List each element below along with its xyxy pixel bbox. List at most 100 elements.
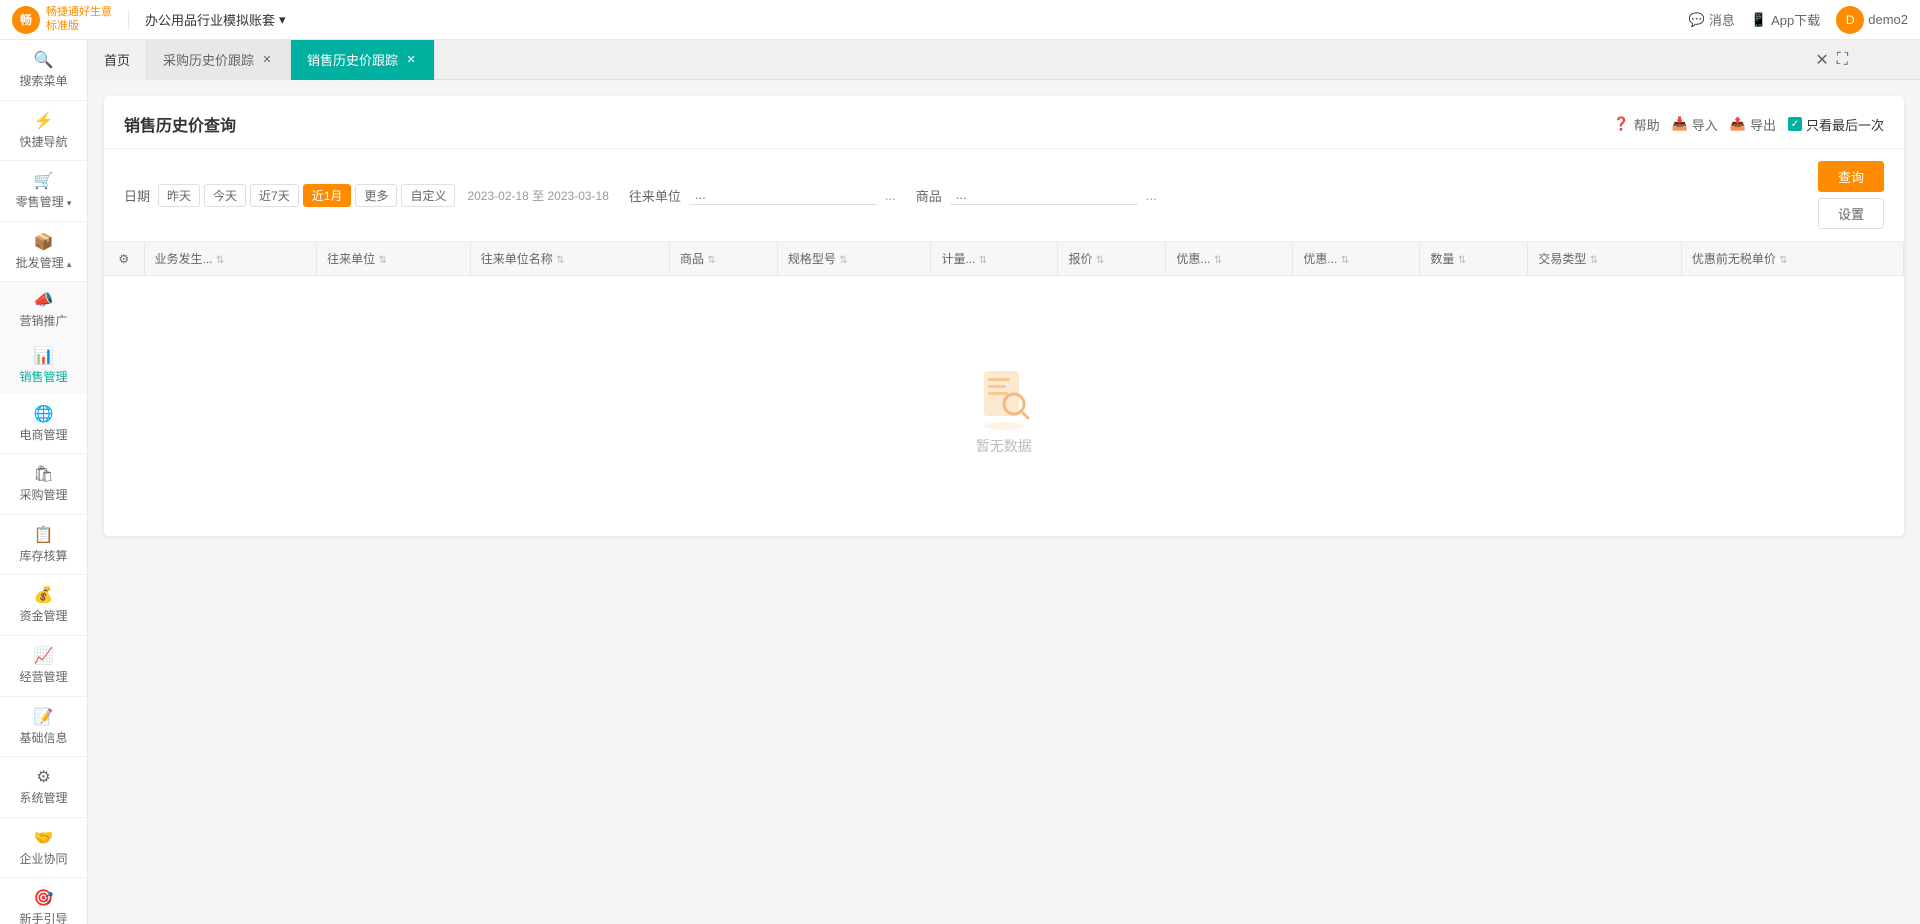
data-table: ⚙ 业务发生... ⇅ 往来单位 ⇅ — [104, 242, 1904, 536]
date-btn-1month[interactable]: 近1月 — [303, 184, 352, 207]
help-label: 帮助 — [1634, 115, 1660, 134]
page-content: 销售历史价查询 ❓ 帮助 📥 导入 📤 导出 — [88, 80, 1920, 924]
th-biz-date[interactable]: 业务发生... ⇅ — [144, 242, 317, 276]
th-goods[interactable]: 商品 ⇅ — [669, 242, 777, 276]
import-btn[interactable]: 📥 导入 — [1672, 115, 1718, 134]
main-layout: 🔍 搜索菜单 ⚡ 快捷导航 🛒 零售管理 ▾ 📦 批发管理 ▴ 📣 营销推广 📊… — [0, 40, 1920, 924]
th-discount1[interactable]: 优惠... ⇅ — [1166, 242, 1293, 276]
query-button[interactable]: 查询 — [1818, 161, 1884, 192]
download-action[interactable]: 📱 App下载 — [1751, 10, 1820, 29]
sidebar-item-quick-nav[interactable]: ⚡ 快捷导航 — [0, 101, 87, 162]
th-goods-label: 商品 — [680, 252, 704, 266]
tab-purchase-history[interactable]: 采购历史价跟踪 ✕ — [147, 40, 291, 80]
sidebar-item-inventory[interactable]: 📋 库存核算 — [0, 515, 87, 576]
th-no-tax-price[interactable]: 优惠前无税单价 ⇅ — [1681, 242, 1903, 276]
guide-icon: 🎯 — [34, 888, 54, 908]
th-no-tax-price-sort-icon: ⇅ — [1779, 255, 1787, 266]
help-btn[interactable]: ❓ 帮助 — [1613, 115, 1659, 134]
import-icon: 📥 — [1672, 116, 1688, 132]
th-quote-sort-icon: ⇅ — [1096, 255, 1104, 266]
sidebar-label-finance-mgmt: 资金管理 — [19, 609, 67, 625]
sidebar-item-ecommerce-mgmt[interactable]: 🌐 电商管理 — [0, 394, 87, 455]
empty-state-text: 暂无数据 — [976, 436, 1032, 456]
system-mgmt-icon: ⚙ — [34, 767, 54, 787]
sidebar-item-search-menu[interactable]: 🔍 搜索菜单 — [0, 40, 87, 101]
sidebar-item-system-mgmt[interactable]: ⚙ 系统管理 — [0, 757, 87, 818]
sidebar-item-marketing[interactable]: 📣 营销推广 — [0, 282, 87, 338]
user-area[interactable]: D demo2 — [1836, 6, 1908, 34]
tab-sales-history[interactable]: 销售历史价跟踪 ✕ — [291, 40, 435, 80]
sidebar-item-operation-mgmt[interactable]: 📈 经营管理 — [0, 636, 87, 697]
download-icon: 📱 — [1751, 12, 1767, 28]
sidebar-label-quick-nav: 快捷导航 — [19, 135, 67, 151]
th-partner-code-sort-icon: ⇅ — [378, 255, 386, 266]
sidebar-label-basic-info: 基础信息 — [19, 731, 67, 747]
tab-home[interactable]: 首页 — [88, 40, 147, 80]
sidebar-label-inventory: 库存核算 — [19, 549, 67, 565]
check-icon: ✓ — [1791, 119, 1799, 130]
app-selector[interactable]: 办公用品行业模拟账套 ▾ — [145, 10, 286, 29]
th-qty[interactable]: 数量 ⇅ — [1420, 242, 1528, 276]
empty-state-illustration — [964, 356, 1044, 436]
th-unit[interactable]: 计量... ⇅ — [931, 242, 1058, 276]
goods-filter-dots: ... — [1146, 188, 1157, 203]
sidebar-item-purchase-mgmt[interactable]: 🛍 采购管理 — [0, 454, 87, 515]
logo-area: 畅 畅捷通好生意 标准版 — [12, 6, 112, 34]
th-partner-code[interactable]: 往来单位 ⇅ — [317, 242, 471, 276]
page-header-actions: ❓ 帮助 📥 导入 📤 导出 ✓ — [1613, 115, 1884, 134]
export-btn[interactable]: 📤 导出 — [1730, 115, 1776, 134]
sidebar-item-basic-info[interactable]: 📝 基础信息 — [0, 697, 87, 758]
header-left: 畅 畅捷通好生意 标准版 办公用品行业模拟账套 ▾ — [12, 6, 286, 34]
th-quote[interactable]: 报价 ⇅ — [1058, 242, 1166, 276]
sidebar-submenu-wholesale: 📣 营销推广 📊 销售管理 — [0, 282, 87, 393]
header-right: 💬 消息 📱 App下载 D demo2 — [1689, 6, 1908, 34]
enterprise-icon: 🤝 — [34, 828, 54, 848]
sidebar-item-finance-mgmt[interactable]: 💰 资金管理 — [0, 575, 87, 636]
goods-filter-label: 商品 — [916, 186, 942, 205]
sales-history-tab-label: 销售历史价跟踪 — [307, 50, 398, 69]
only-last-checkbox[interactable]: ✓ — [1788, 117, 1802, 131]
th-trade-type-label: 交易类型 — [1538, 252, 1586, 266]
wholesale-expand-icon: ▴ — [67, 259, 72, 269]
th-partner-name[interactable]: 往来单位名称 ⇅ — [470, 242, 669, 276]
partner-filter-input[interactable] — [689, 185, 877, 205]
basic-info-icon: 📝 — [34, 707, 54, 727]
date-btn-custom[interactable]: 自定义 — [401, 184, 455, 207]
message-action[interactable]: 💬 消息 — [1689, 10, 1735, 29]
sidebar: 🔍 搜索菜单 ⚡ 快捷导航 🛒 零售管理 ▾ 📦 批发管理 ▴ 📣 营销推广 📊… — [0, 40, 88, 924]
tab-maximize-icon[interactable]: ⛶ — [1837, 51, 1848, 69]
sidebar-item-retail-mgmt[interactable]: 🛒 零售管理 ▾ — [0, 161, 87, 222]
goods-filter-input[interactable] — [950, 185, 1138, 205]
settings-button[interactable]: 设置 — [1818, 198, 1884, 229]
date-btn-7days[interactable]: 近7天 — [250, 184, 299, 207]
message-icon: 💬 — [1689, 12, 1705, 28]
sidebar-label-sales-mgmt: 销售管理 — [19, 370, 67, 386]
tab-minimize-icon[interactable]: ✕ — [1815, 50, 1828, 70]
sales-mgmt-icon: 📊 — [34, 346, 54, 366]
th-discount2[interactable]: 优惠... ⇅ — [1293, 242, 1420, 276]
th-unit-sort-icon: ⇅ — [979, 255, 987, 266]
sidebar-item-sales-mgmt[interactable]: 📊 销售管理 — [0, 338, 87, 394]
tab-sales-history-close[interactable]: ✕ — [404, 53, 418, 67]
export-icon: 📤 — [1730, 116, 1746, 132]
date-btn-yesterday[interactable]: 昨天 — [158, 184, 200, 207]
date-filter-label: 日期 — [124, 186, 150, 205]
sidebar-item-enterprise[interactable]: 🤝 企业协同 — [0, 818, 87, 879]
th-trade-type[interactable]: 交易类型 ⇅ — [1528, 242, 1682, 276]
date-btn-today[interactable]: 今天 — [204, 184, 246, 207]
header-divider — [128, 10, 129, 30]
th-gear[interactable]: ⚙ — [104, 242, 144, 276]
empty-state-row: 暂无数据 — [104, 276, 1904, 537]
only-last-checkbox-area[interactable]: ✓ 只看最后一次 — [1788, 115, 1884, 134]
sidebar-item-wholesale-mgmt[interactable]: 📦 批发管理 ▴ — [0, 222, 87, 283]
tab-purchase-history-close[interactable]: ✕ — [260, 53, 274, 67]
message-label: 消息 — [1709, 10, 1735, 29]
goods-filter-group: 商品 ... — [916, 185, 1157, 205]
purchase-mgmt-icon: 🛍 — [34, 464, 54, 484]
date-btn-more[interactable]: 更多 — [355, 184, 397, 207]
table-header-row: ⚙ 业务发生... ⇅ 往来单位 ⇅ — [104, 242, 1904, 276]
th-quote-label: 报价 — [1068, 252, 1092, 266]
sidebar-label-enterprise: 企业协同 — [19, 852, 67, 868]
th-spec[interactable]: 规格型号 ⇅ — [777, 242, 931, 276]
sidebar-item-guide[interactable]: 🎯 新手引导 — [0, 878, 87, 924]
